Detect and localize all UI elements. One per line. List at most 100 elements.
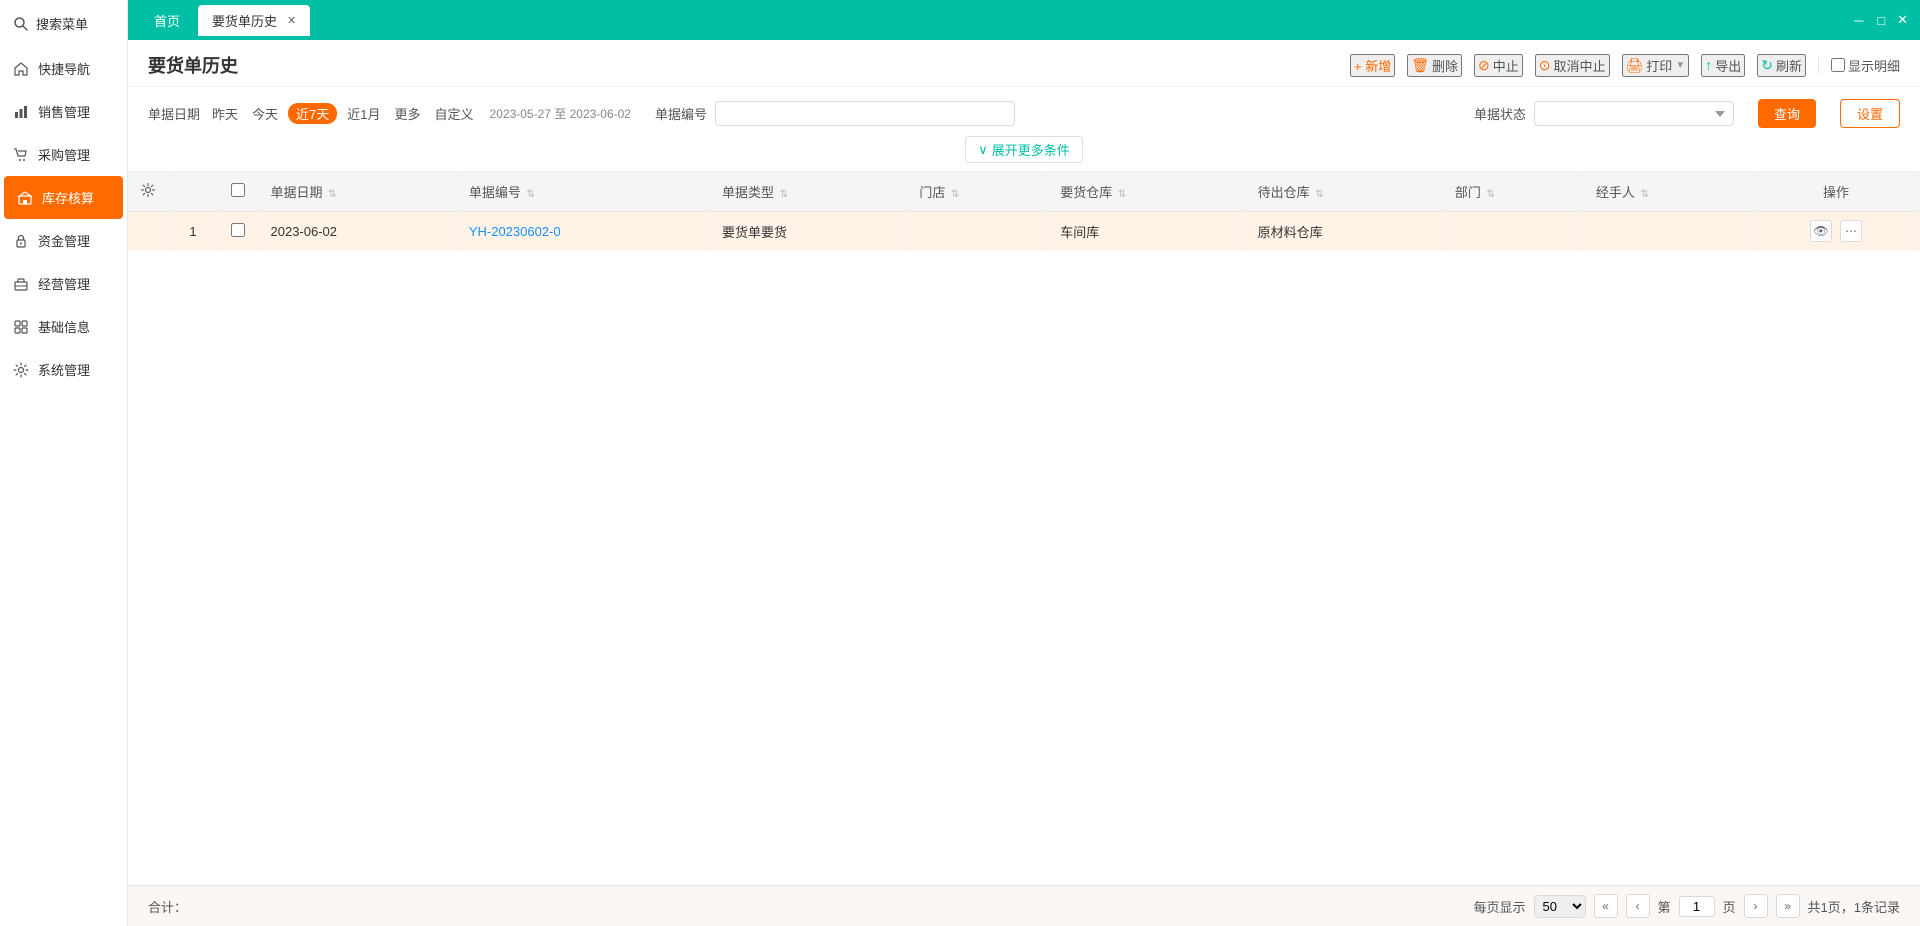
date-range-display: 2023-05-27 至 2023-06-02 [490,105,631,122]
sort-reqwh-icon[interactable]: ⇅ [1118,189,1126,200]
date-option-today[interactable]: 今天 [248,103,282,124]
doc-number-input[interactable] [715,101,1015,126]
refresh-icon: ↻ [1761,57,1773,74]
expand-row: ∨ 展开更多条件 [148,136,1900,163]
date-option-custom[interactable]: 自定义 [431,103,478,124]
display-detail-checkbox-label[interactable]: 显示明细 [1831,56,1900,75]
refresh-button[interactable]: ↻ 刷新 [1757,54,1806,77]
sidebar-item-basic-info[interactable]: 基础信息 [0,305,127,348]
per-page-select[interactable]: 10 20 50 100 [1534,895,1586,918]
export-button[interactable]: ↑ 导出 [1701,54,1745,77]
first-page-button[interactable]: « [1594,894,1618,918]
sidebar-item-sales[interactable]: 销售管理 [0,90,127,133]
sort-store-icon[interactable]: ⇅ [951,189,959,200]
row-date-cell: 2023-06-02 [258,212,456,251]
status-select[interactable] [1534,101,1734,126]
page-number-input[interactable] [1679,896,1715,917]
chevron-down-icon: ∨ [978,142,988,158]
display-detail-checkbox[interactable] [1831,58,1845,72]
minimize-button[interactable]: － [1852,11,1865,30]
content: 要货单历史 + 新增 🗑 删除 ⊘ 中止 ⊙ 取消中止 🖨 [128,40,1920,926]
sidebar-search-label: 搜索菜单 [36,14,88,33]
new-label: + 新增 [1354,56,1391,75]
sort-doctype-icon[interactable]: ⇅ [780,189,788,200]
tab-home[interactable]: 首页 [140,5,194,36]
col-date-label: 单据日期 [271,185,323,200]
sidebar-item-inventory[interactable]: 库存核算 [4,176,123,219]
sidebar-item-operation[interactable]: 经营管理 [0,262,127,305]
sidebar-item-label: 采购管理 [38,145,90,164]
select-all-checkbox[interactable] [231,183,245,197]
tab-home-label: 首页 [154,11,180,30]
sort-handler-icon[interactable]: ⇅ [1640,189,1648,200]
date-option-last7days[interactable]: 近7天 [288,103,337,124]
col-doc-number: 单据编号 ⇅ [456,172,709,212]
sidebar-item-label: 销售管理 [38,102,90,121]
date-option-more[interactable]: 更多 [391,103,425,124]
print-label: 打印 [1646,56,1672,75]
date-option-last1month[interactable]: 近1月 [343,103,384,124]
col-department-label: 部门 [1455,185,1481,200]
topbar-controls: － □ ✕ [1852,11,1908,30]
sidebar-item-label: 基础信息 [38,317,90,336]
sort-docnum-icon[interactable]: ⇅ [526,189,534,200]
query-button[interactable]: 查询 [1758,99,1816,128]
sort-pendwh-icon[interactable]: ⇅ [1315,189,1323,200]
sidebar-search[interactable]: 搜索菜单 [0,0,127,47]
tab-requisition-history[interactable]: 要货单历史 ✕ [198,5,310,36]
sidebar-item-purchase[interactable]: 采购管理 [0,133,127,176]
sidebar-item-finance[interactable]: 资金管理 [0,219,127,262]
prev-page-button[interactable]: ‹ [1626,894,1650,918]
tab-close-icon[interactable]: ✕ [287,14,296,27]
row-dept-cell [1442,212,1583,251]
stop-label: 中止 [1493,56,1519,75]
next-page-button[interactable]: › [1744,894,1768,918]
date-filter-label: 单据日期 [148,104,200,123]
export-label: 导出 [1715,56,1741,75]
stop-button[interactable]: ⊘ 中止 [1474,54,1523,77]
date-option-yesterday[interactable]: 昨天 [208,103,242,124]
per-page-label: 每页显示 [1473,897,1525,916]
cancel-stop-button[interactable]: ⊙ 取消中止 [1535,54,1610,77]
row-checkbox[interactable] [231,223,245,237]
sidebar: 搜索菜单 快捷导航 销售管理 采购管理 库存核算 资金管理 经营 [0,0,128,926]
col-check[interactable] [218,172,258,212]
print-button[interactable]: 🖨 打印 ▼ [1622,54,1690,77]
sort-date-icon[interactable]: ⇅ [328,189,336,200]
sidebar-item-system[interactable]: 系统管理 [0,348,127,391]
close-button[interactable]: ✕ [1897,12,1908,28]
col-settings[interactable] [128,172,168,212]
col-pending-warehouse: 待出仓库 ⇅ [1245,172,1442,212]
status-label: 单据状态 [1474,104,1526,123]
settings-button[interactable]: 设置 [1840,99,1900,128]
cart-icon [12,146,30,164]
last-page-button[interactable]: » [1776,894,1800,918]
row-view-button[interactable]: 👁 [1810,220,1832,242]
new-button[interactable]: + 新增 [1350,54,1395,77]
display-detail-label: 显示明细 [1848,56,1900,75]
row-settings-cell [128,212,168,251]
sidebar-item-label: 库存核算 [42,188,94,207]
col-operations-label: 操作 [1823,185,1849,200]
doc-number-filter-group: 单据编号 [655,101,1450,126]
print-icon: 🖨 [1626,57,1644,74]
page-label: 第 [1658,897,1671,916]
expand-conditions-button[interactable]: ∨ 展开更多条件 [965,136,1083,163]
chart-icon [12,103,30,121]
col-req-warehouse-label: 要货仓库 [1060,185,1112,200]
sort-dept-icon[interactable]: ⇅ [1487,189,1495,200]
grid-icon [12,318,30,336]
table-wrapper: 单据日期 ⇅ 单据编号 ⇅ 单据类型 ⇅ 门店 [128,172,1920,885]
doc-number-link[interactable]: YH-20230602-0 [469,224,561,239]
status-filter-group: 单据状态 [1474,101,1734,126]
delete-button[interactable]: 🗑 删除 [1407,54,1462,77]
row-more-button[interactable]: ⋯ [1840,220,1862,242]
maximize-button[interactable]: □ [1877,13,1885,28]
row-check-cell[interactable] [218,212,258,251]
sidebar-item-quick-nav[interactable]: 快捷导航 [0,47,127,90]
row-doctype-cell: 要货单要货 [710,212,907,251]
table-header-row: 单据日期 ⇅ 单据编号 ⇅ 单据类型 ⇅ 门店 [128,172,1920,212]
col-req-warehouse: 要货仓库 ⇅ [1048,172,1245,212]
col-operations: 操作 [1752,172,1919,212]
page-header: 要货单历史 + 新增 🗑 删除 ⊘ 中止 ⊙ 取消中止 🖨 [128,40,1920,87]
